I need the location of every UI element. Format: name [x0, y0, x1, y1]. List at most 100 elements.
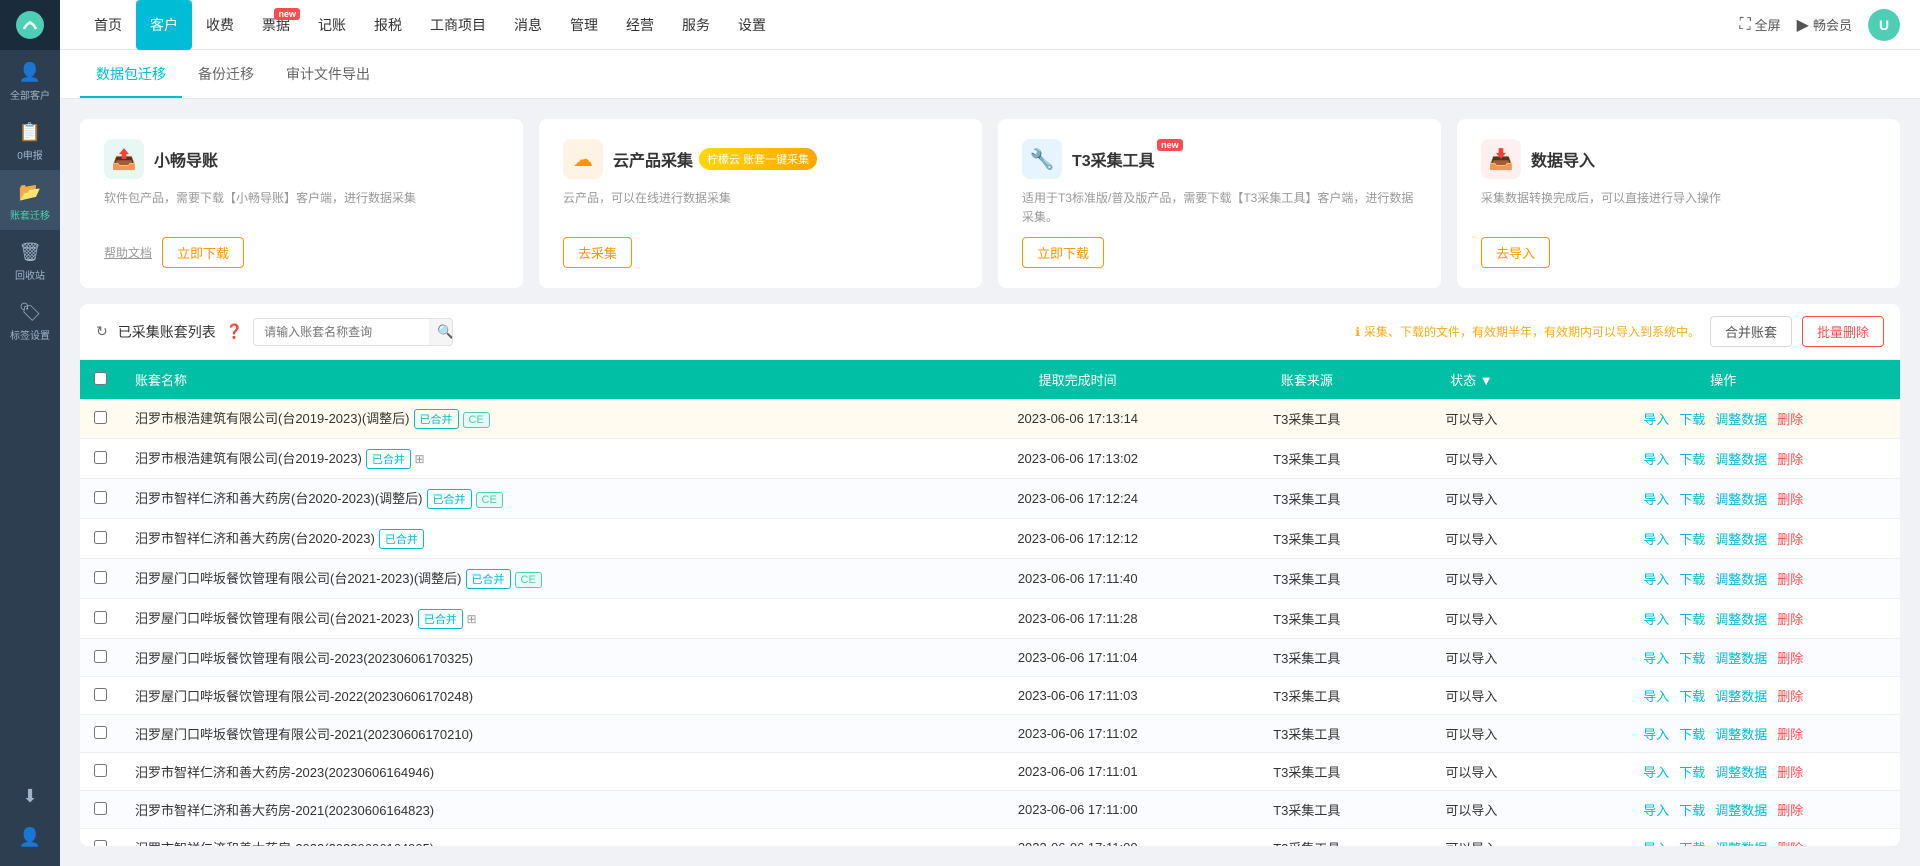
action-导入[interactable]: 导入	[1643, 449, 1669, 468]
action-删除[interactable]: 删除	[1777, 648, 1803, 667]
action-导入[interactable]: 导入	[1643, 609, 1669, 628]
refresh-icon[interactable]: ↻	[96, 323, 108, 340]
nav-invoice[interactable]: 票据 new	[248, 0, 304, 50]
action-导入[interactable]: 导入	[1643, 489, 1669, 508]
action-下载[interactable]: 下载	[1679, 724, 1705, 743]
action-调整数据[interactable]: 调整数据	[1715, 838, 1767, 846]
tab-audit-export[interactable]: 审计文件导出	[270, 50, 386, 98]
search-button[interactable]: 🔍	[429, 319, 453, 345]
row-checkbox[interactable]	[94, 571, 107, 584]
action-导入[interactable]: 导入	[1643, 762, 1669, 781]
nav-home[interactable]: 首页	[80, 0, 136, 50]
action-删除[interactable]: 删除	[1777, 489, 1803, 508]
action-调整数据[interactable]: 调整数据	[1715, 762, 1767, 781]
action-导入[interactable]: 导入	[1643, 409, 1669, 428]
action-调整数据[interactable]: 调整数据	[1715, 409, 1767, 428]
action-下载[interactable]: 下载	[1679, 838, 1705, 846]
action-下载[interactable]: 下载	[1679, 449, 1705, 468]
row-checkbox[interactable]	[94, 726, 107, 739]
action-删除[interactable]: 删除	[1777, 449, 1803, 468]
row-checkbox[interactable]	[94, 411, 107, 424]
download-now-button[interactable]: 立即下载	[162, 237, 244, 268]
action-下载[interactable]: 下载	[1679, 686, 1705, 705]
merge-accounts-button[interactable]: 合并账套	[1710, 316, 1792, 347]
nav-business[interactable]: 工商项目	[416, 0, 500, 50]
action-删除[interactable]: 删除	[1777, 686, 1803, 705]
action-下载[interactable]: 下载	[1679, 409, 1705, 428]
nav-messages[interactable]: 消息	[500, 0, 556, 50]
action-调整数据[interactable]: 调整数据	[1715, 648, 1767, 667]
action-调整数据[interactable]: 调整数据	[1715, 724, 1767, 743]
app-logo[interactable]	[0, 0, 60, 50]
row-checkbox[interactable]	[94, 764, 107, 777]
action-导入[interactable]: 导入	[1643, 838, 1669, 846]
action-调整数据[interactable]: 调整数据	[1715, 800, 1767, 819]
nav-billing[interactable]: 收费	[192, 0, 248, 50]
tab-backup-migration[interactable]: 备份迁移	[182, 50, 270, 98]
action-下载[interactable]: 下载	[1679, 648, 1705, 667]
avatar[interactable]: U	[1868, 9, 1900, 41]
action-导入[interactable]: 导入	[1643, 648, 1669, 667]
sidebar-item-account-migration[interactable]: 📂 账套迁移	[0, 170, 60, 230]
download-t3-button[interactable]: 立即下载	[1022, 237, 1104, 268]
go-import-button[interactable]: 去导入	[1481, 237, 1550, 268]
go-collect-button[interactable]: 去采集	[563, 237, 632, 268]
search-input[interactable]	[254, 320, 429, 344]
row-checkbox[interactable]	[94, 491, 107, 504]
select-all-checkbox[interactable]	[94, 372, 107, 385]
sidebar-item-zero-report[interactable]: 📋 0申报	[0, 110, 60, 170]
action-调整数据[interactable]: 调整数据	[1715, 609, 1767, 628]
action-下载[interactable]: 下载	[1679, 569, 1705, 588]
col-status[interactable]: 状态 ▼	[1396, 360, 1546, 399]
action-下载[interactable]: 下载	[1679, 489, 1705, 508]
row-checkbox[interactable]	[94, 451, 107, 464]
row-source: T3采集工具	[1217, 639, 1396, 677]
action-删除[interactable]: 删除	[1777, 609, 1803, 628]
action-导入[interactable]: 导入	[1643, 686, 1669, 705]
action-导入[interactable]: 导入	[1643, 800, 1669, 819]
help-icon[interactable]: ❓	[226, 323, 243, 340]
sidebar-item-download[interactable]: ⬇	[0, 774, 60, 815]
action-调整数据[interactable]: 调整数据	[1715, 569, 1767, 588]
action-删除[interactable]: 删除	[1777, 529, 1803, 548]
row-checkbox[interactable]	[94, 802, 107, 815]
sidebar-item-user-profile[interactable]: 👤	[0, 815, 60, 856]
action-调整数据[interactable]: 调整数据	[1715, 686, 1767, 705]
row-checkbox[interactable]	[94, 650, 107, 663]
nav-operations[interactable]: 经营	[612, 0, 668, 50]
action-调整数据[interactable]: 调整数据	[1715, 449, 1767, 468]
row-checkbox[interactable]	[94, 688, 107, 701]
row-checkbox[interactable]	[94, 611, 107, 624]
sidebar-item-recycle[interactable]: 🗑 回收站	[0, 230, 60, 290]
nav-manage[interactable]: 管理	[556, 0, 612, 50]
tab-data-migration[interactable]: 数据包迁移	[80, 50, 182, 98]
action-导入[interactable]: 导入	[1643, 569, 1669, 588]
action-删除[interactable]: 删除	[1777, 724, 1803, 743]
action-删除[interactable]: 删除	[1777, 762, 1803, 781]
action-下载[interactable]: 下载	[1679, 529, 1705, 548]
action-下载[interactable]: 下载	[1679, 762, 1705, 781]
action-导入[interactable]: 导入	[1643, 529, 1669, 548]
action-删除[interactable]: 删除	[1777, 569, 1803, 588]
row-checkbox[interactable]	[94, 531, 107, 544]
sidebar-item-all-clients[interactable]: 👤 全部客户	[0, 50, 60, 110]
nav-settings[interactable]: 设置	[724, 0, 780, 50]
action-删除[interactable]: 删除	[1777, 409, 1803, 428]
nav-tax[interactable]: 报税	[360, 0, 416, 50]
action-下载[interactable]: 下载	[1679, 800, 1705, 819]
nav-bookkeeping[interactable]: 记账	[304, 0, 360, 50]
help-doc-link[interactable]: 帮助文档	[104, 244, 152, 261]
nav-services[interactable]: 服务	[668, 0, 724, 50]
action-调整数据[interactable]: 调整数据	[1715, 529, 1767, 548]
action-删除[interactable]: 删除	[1777, 800, 1803, 819]
fullscreen-button[interactable]: ⛶ 全屏	[1739, 15, 1780, 34]
batch-delete-button[interactable]: 批量删除	[1802, 316, 1884, 347]
row-checkbox[interactable]	[94, 840, 107, 846]
action-下载[interactable]: 下载	[1679, 609, 1705, 628]
member-button[interactable]: ▶ 畅会员	[1797, 15, 1852, 35]
action-导入[interactable]: 导入	[1643, 724, 1669, 743]
sidebar-item-tag-settings[interactable]: 🏷 标签设置	[0, 290, 60, 350]
nav-clients[interactable]: 客户	[136, 0, 192, 50]
action-调整数据[interactable]: 调整数据	[1715, 489, 1767, 508]
action-删除[interactable]: 删除	[1777, 838, 1803, 846]
